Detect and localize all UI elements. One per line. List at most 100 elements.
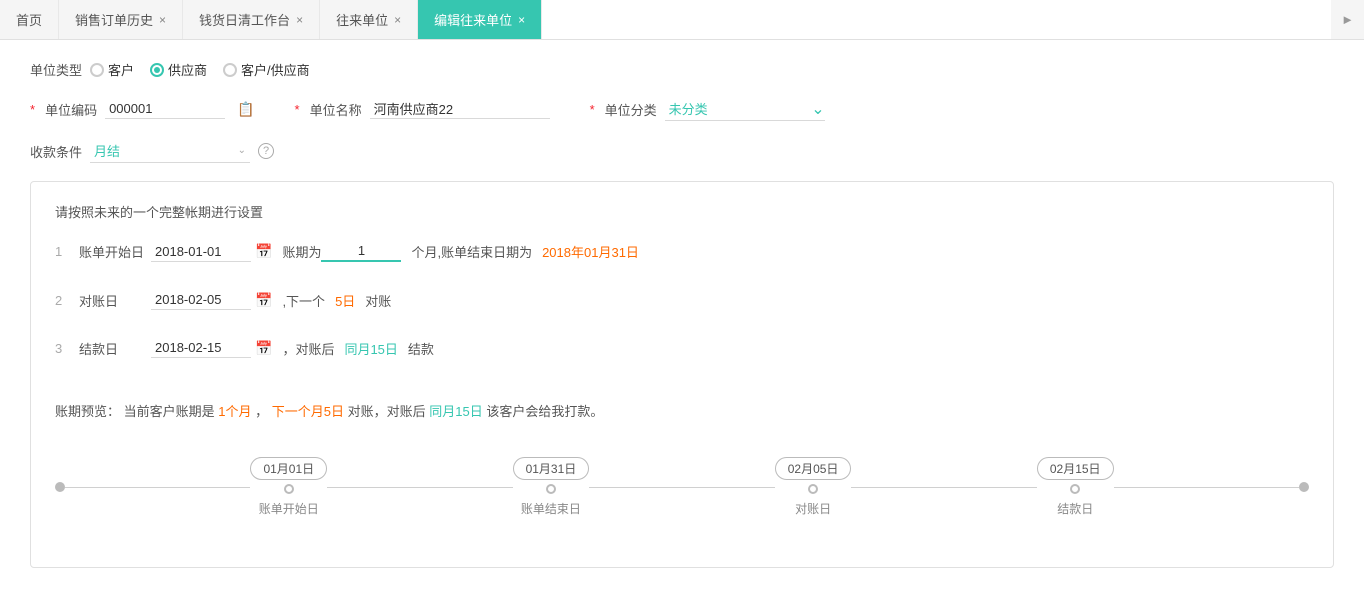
unit-type-row: 单位类型 客户 供应商 客户/供应商: [30, 60, 1334, 79]
tab-more-arrow[interactable]: ►: [1331, 0, 1364, 39]
timeline-line-5: [1114, 487, 1299, 488]
billing-num-2: 2: [55, 293, 79, 308]
unit-category-group: * 单位分类 未分类 ⌄: [590, 97, 825, 121]
payment-terms-select[interactable]: 月结 ⌄: [90, 139, 250, 163]
billing-highlight-date-1: 2018年01月31日: [542, 242, 639, 261]
radio-group-unit-type: 客户 供应商 客户/供应商: [90, 60, 310, 79]
preview-highlight2: 下一个月5日: [272, 404, 344, 419]
close-tab-partners[interactable]: ×: [394, 13, 401, 27]
unit-name-input[interactable]: [370, 99, 550, 119]
billing-date-input-1[interactable]: [151, 242, 251, 262]
billing-after-text-3: ，对账后: [282, 339, 334, 358]
unit-category-label: 单位分类: [605, 100, 657, 119]
timeline-node-2: 01月31日 账单结束日: [513, 457, 590, 517]
timeline-dot-2: [546, 484, 556, 494]
preview-text-mid2: 对账，对账后: [348, 404, 426, 419]
unit-code-group: * 单位编码 📋: [30, 99, 255, 119]
timeline: 01月01日 账单开始日 01月31日 账单结束日 02月05日 对账日: [55, 447, 1309, 547]
timeline-start-dot: [55, 482, 65, 492]
timeline-sublabel-4: 结款日: [1057, 500, 1093, 517]
calendar-icon-1[interactable]: 📅: [255, 243, 272, 260]
help-icon[interactable]: ?: [258, 143, 274, 159]
radio-circle-customer: [90, 63, 104, 77]
timeline-sublabel-2: 账单结束日: [521, 500, 581, 517]
required-star-code: *: [30, 102, 35, 117]
billing-highlight-3: 同月15日: [344, 339, 397, 358]
billing-row-3: 3 结款日 📅 ，对账后 同月15日 结款: [55, 338, 1309, 358]
tab-edit-partner[interactable]: 编辑往来单位 ×: [418, 0, 542, 39]
unit-code-input[interactable]: [105, 99, 225, 119]
preview-label: 账期预览：: [55, 404, 120, 419]
billing-suffix-2: 对账: [365, 291, 391, 310]
tab-sales-history[interactable]: 销售订单历史 ×: [59, 0, 183, 39]
required-star-category: *: [590, 102, 595, 117]
unit-details-row: * 单位编码 📋 * 单位名称 * 单位分类 未分类 ⌄: [30, 97, 1334, 121]
radio-customer[interactable]: 客户: [90, 60, 134, 79]
unit-type-group: 单位类型 客户 供应商 客户/供应商: [30, 60, 310, 79]
timeline-sublabel-1: 账单开始日: [259, 500, 319, 517]
calendar-icon-3[interactable]: 📅: [255, 340, 272, 357]
unit-category-value: 未分类: [665, 97, 812, 120]
radio-circle-supplier: [150, 63, 164, 77]
billing-num-3: 3: [55, 341, 79, 356]
timeline-dot-4: [1070, 484, 1080, 494]
preview-section: 账期预览： 当前客户账期是 1个月 ， 下一个月5日 对账，对账后 同月15日 …: [55, 386, 1309, 547]
timeline-node-4: 02月15日 结款日: [1037, 457, 1114, 517]
payment-terms-row: 收款条件 月结 ⌄ ?: [30, 139, 1334, 163]
billing-card: 请按照未来的一个完整帐期进行设置 1 账单开始日 📅 账期为 个月,账单结束日期…: [30, 181, 1334, 568]
radio-supplier[interactable]: 供应商: [150, 60, 207, 79]
main-content: 单位类型 客户 供应商 客户/供应商 * 单位编码: [0, 40, 1364, 608]
unit-code-label: 单位编码: [45, 100, 97, 119]
dropdown-arrow-icon: ⌄: [811, 99, 824, 119]
billing-num-1: 1: [55, 244, 79, 259]
timeline-node-3: 02月05日 对账日: [775, 457, 852, 517]
radio-circle-both: [223, 63, 237, 77]
timeline-dot-3: [808, 484, 818, 494]
billing-field-label-1: 账单开始日: [79, 242, 151, 261]
preview-highlight1: 1个月: [218, 404, 251, 419]
copy-icon[interactable]: 📋: [237, 101, 254, 118]
timeline-label-1: 01月01日: [250, 457, 327, 480]
billing-row-2: 2 对账日 📅 ,下一个 5日 对账: [55, 290, 1309, 310]
billing-field-label-3: 结款日: [79, 339, 151, 358]
unit-name-label: 单位名称: [310, 100, 362, 119]
radio-label-customer: 客户: [108, 60, 134, 79]
radio-label-supplier: 供应商: [168, 60, 207, 79]
unit-name-group: * 单位名称: [295, 99, 550, 119]
unit-type-label: 单位类型: [30, 60, 82, 79]
payment-terms-label: 收款条件: [30, 142, 82, 161]
payment-terms-arrow-icon: ⌄: [234, 145, 250, 156]
preview-text-mid1: ，: [255, 404, 268, 419]
tab-partners[interactable]: 往来单位 ×: [320, 0, 418, 39]
preview-text-before1: 当前客户账期是: [124, 404, 215, 419]
billing-period-input[interactable]: [321, 241, 401, 262]
timeline-line-2: [327, 487, 512, 488]
close-tab-daily-work[interactable]: ×: [296, 13, 303, 27]
close-tab-edit-partner[interactable]: ×: [518, 13, 525, 27]
payment-terms-value: 月结: [90, 139, 234, 162]
preview-text: 账期预览： 当前客户账期是 1个月 ， 下一个月5日 对账，对账后 同月15日 …: [55, 400, 1309, 423]
tab-daily-work[interactable]: 钱货日清工作台 ×: [183, 0, 320, 39]
calendar-icon-2[interactable]: 📅: [255, 292, 272, 309]
unit-category-select[interactable]: 未分类 ⌄: [665, 97, 825, 121]
timeline-line-1: [65, 487, 250, 488]
radio-both[interactable]: 客户/供应商: [223, 60, 310, 79]
radio-label-both: 客户/供应商: [241, 60, 310, 79]
billing-date-input-3[interactable]: [151, 338, 251, 358]
preview-highlight3: 同月15日: [429, 404, 482, 419]
billing-highlight-2: 5日: [335, 291, 355, 310]
billing-suffix-3: 结款: [408, 339, 434, 358]
tab-home[interactable]: 首页: [0, 0, 59, 39]
close-tab-sales-history[interactable]: ×: [159, 13, 166, 27]
billing-row-1: 1 账单开始日 📅 账期为 个月,账单结束日期为 2018年01月31日: [55, 241, 1309, 262]
timeline-line-3: [589, 487, 774, 488]
billing-date-input-2[interactable]: [151, 290, 251, 310]
billing-field-label-2: 对账日: [79, 291, 151, 310]
billing-after-text-1: 账期为: [282, 242, 321, 261]
payment-terms-group: 收款条件 月结 ⌄ ?: [30, 139, 274, 163]
tab-bar: 首页 销售订单历史 × 钱货日清工作台 × 往来单位 × 编辑往来单位 × ►: [0, 0, 1364, 40]
required-star-name: *: [295, 102, 300, 117]
timeline-label-3: 02月05日: [775, 457, 852, 480]
timeline-line-4: [851, 487, 1036, 488]
preview-text-after: 该客户会给我打款。: [486, 404, 603, 419]
